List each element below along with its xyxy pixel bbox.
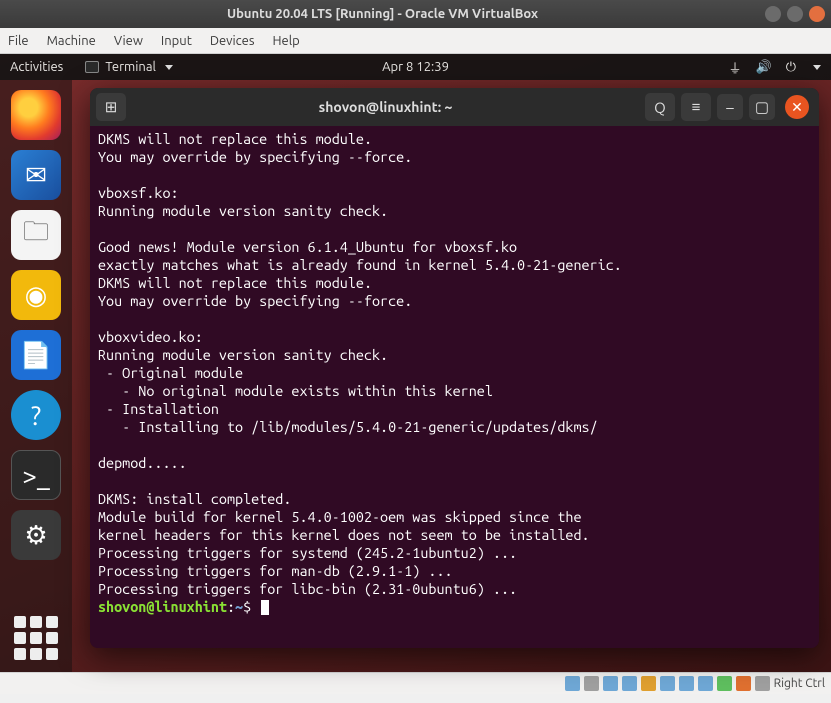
output-line: Running module version sanity check. (98, 203, 388, 219)
clock[interactable]: Apr 8 12:39 (382, 60, 449, 74)
output-line: vboxsf.ko: (98, 185, 179, 201)
vbox-menu-input[interactable]: Input (161, 34, 192, 48)
power-icon: ⏻ (786, 60, 796, 75)
volume-icon: 🔊 (756, 60, 772, 75)
vbox-menu-file[interactable]: File (8, 34, 29, 48)
vbox-menubar: File Machine View Input Devices Help (0, 28, 831, 54)
vbox-cpu-icon[interactable] (717, 676, 732, 691)
show-applications-button[interactable] (14, 616, 58, 660)
search-button[interactable]: Q (645, 93, 675, 121)
window-close-button[interactable]: ✕ (785, 95, 809, 119)
output-line: - Original module (98, 365, 243, 381)
output-line: You may override by specifying --force. (98, 293, 412, 309)
new-tab-button[interactable]: ⊞ (96, 93, 126, 121)
chevron-down-icon (165, 65, 173, 70)
prompt-dollar: $ (243, 599, 251, 615)
vbox-hdd-icon[interactable] (565, 676, 580, 691)
output-line: DKMS will not replace this module. (98, 131, 372, 147)
vbox-display-icon[interactable] (679, 676, 694, 691)
output-line: vboxvideo.ko: (98, 329, 203, 345)
vbox-hostkey-label: Right Ctrl (774, 677, 825, 690)
vbox-maximize-button[interactable] (787, 6, 803, 22)
vbox-minimize-button[interactable] (765, 6, 781, 22)
prompt-colon: : (227, 599, 235, 615)
guest-display: Activities Terminal Apr 8 12:39 ⏚ 🔊 ⏻ ✉ … (0, 54, 831, 672)
dock-files[interactable]: 🗀 (11, 210, 61, 260)
vbox-mouse-icon[interactable] (736, 676, 751, 691)
output-line: Processing triggers for systemd (245.2-1… (98, 545, 517, 561)
dock-help[interactable]: ? (11, 390, 61, 440)
dock-thunderbird[interactable]: ✉ (11, 150, 61, 200)
window-maximize-button[interactable]: ▢ (749, 94, 775, 120)
chevron-down-icon (813, 65, 821, 70)
network-icon: ⏚ (729, 58, 742, 77)
vbox-menu-view[interactable]: View (114, 34, 143, 48)
dock-settings[interactable]: ⚙ (11, 510, 61, 560)
vbox-usb-icon[interactable] (641, 676, 656, 691)
app-menu-label: Terminal (105, 60, 156, 74)
app-menu[interactable]: Terminal (85, 60, 173, 74)
vbox-close-button[interactable] (809, 6, 825, 22)
dock-libreoffice-writer[interactable]: 📄 (11, 330, 61, 380)
vbox-window-title: Ubuntu 20.04 LTS [Running] - Oracle VM V… (227, 7, 538, 21)
activities-button[interactable]: Activities (10, 60, 63, 74)
output-line: Module build for kernel 5.4.0-1002-oem w… (98, 509, 582, 525)
terminal-icon (85, 61, 99, 73)
output-line: kernel headers for this kernel does not … (98, 527, 590, 543)
output-line: Processing triggers for libc-bin (2.31-0… (98, 581, 517, 597)
vbox-titlebar: Ubuntu 20.04 LTS [Running] - Oracle VM V… (0, 0, 831, 28)
vbox-menu-machine[interactable]: Machine (47, 34, 96, 48)
output-line: You may override by specifying --force. (98, 149, 412, 165)
prompt-path: ~ (235, 599, 243, 615)
gnome-top-bar: Activities Terminal Apr 8 12:39 ⏚ 🔊 ⏻ (0, 54, 831, 80)
output-line: - No original module exists within this … (98, 383, 493, 399)
system-tray[interactable]: ⏚ 🔊 ⏻ (729, 58, 822, 77)
dock-firefox[interactable] (11, 90, 61, 140)
terminal-titlebar[interactable]: ⊞ shovon@linuxhint: ~ Q ≡ – ▢ ✕ (90, 88, 819, 126)
output-line: Good news! Module version 6.1.4_Ubuntu f… (98, 239, 517, 255)
vbox-network-icon[interactable] (622, 676, 637, 691)
output-line: - Installing to /lib/modules/5.4.0-21-ge… (98, 419, 598, 435)
vbox-audio-icon[interactable] (603, 676, 618, 691)
output-line: - Installation (98, 401, 219, 417)
vbox-menu-devices[interactable]: Devices (210, 34, 255, 48)
vbox-status-bar: Right Ctrl (0, 672, 831, 694)
terminal-window: ⊞ shovon@linuxhint: ~ Q ≡ – ▢ ✕ DKMS wil… (90, 88, 819, 648)
vbox-keyboard-icon[interactable] (755, 676, 770, 691)
dock-rhythmbox[interactable]: ◉ (11, 270, 61, 320)
output-line: exactly matches what is already found in… (98, 257, 622, 273)
dock: ✉ 🗀 ◉ 📄 ? >_ ⚙ (0, 80, 72, 672)
output-line: depmod..... (98, 455, 187, 471)
dock-terminal[interactable]: >_ (11, 450, 61, 500)
output-line: DKMS: install completed. (98, 491, 291, 507)
vbox-menu-help[interactable]: Help (273, 34, 300, 48)
window-minimize-button[interactable]: – (717, 94, 743, 120)
terminal-output[interactable]: DKMS will not replace this module. You m… (90, 126, 819, 648)
terminal-title: shovon@linuxhint: ~ (132, 99, 639, 115)
vbox-cd-icon[interactable] (584, 676, 599, 691)
output-line: Processing triggers for man-db (2.9.1-1)… (98, 563, 453, 579)
cursor (261, 600, 269, 615)
output-line: Running module version sanity check. (98, 347, 388, 363)
prompt-user: shovon@linuxhint (98, 599, 227, 615)
hamburger-menu-button[interactable]: ≡ (681, 93, 711, 121)
output-line: DKMS will not replace this module. (98, 275, 372, 291)
vbox-recording-icon[interactable] (698, 676, 713, 691)
vbox-shared-folder-icon[interactable] (660, 676, 675, 691)
